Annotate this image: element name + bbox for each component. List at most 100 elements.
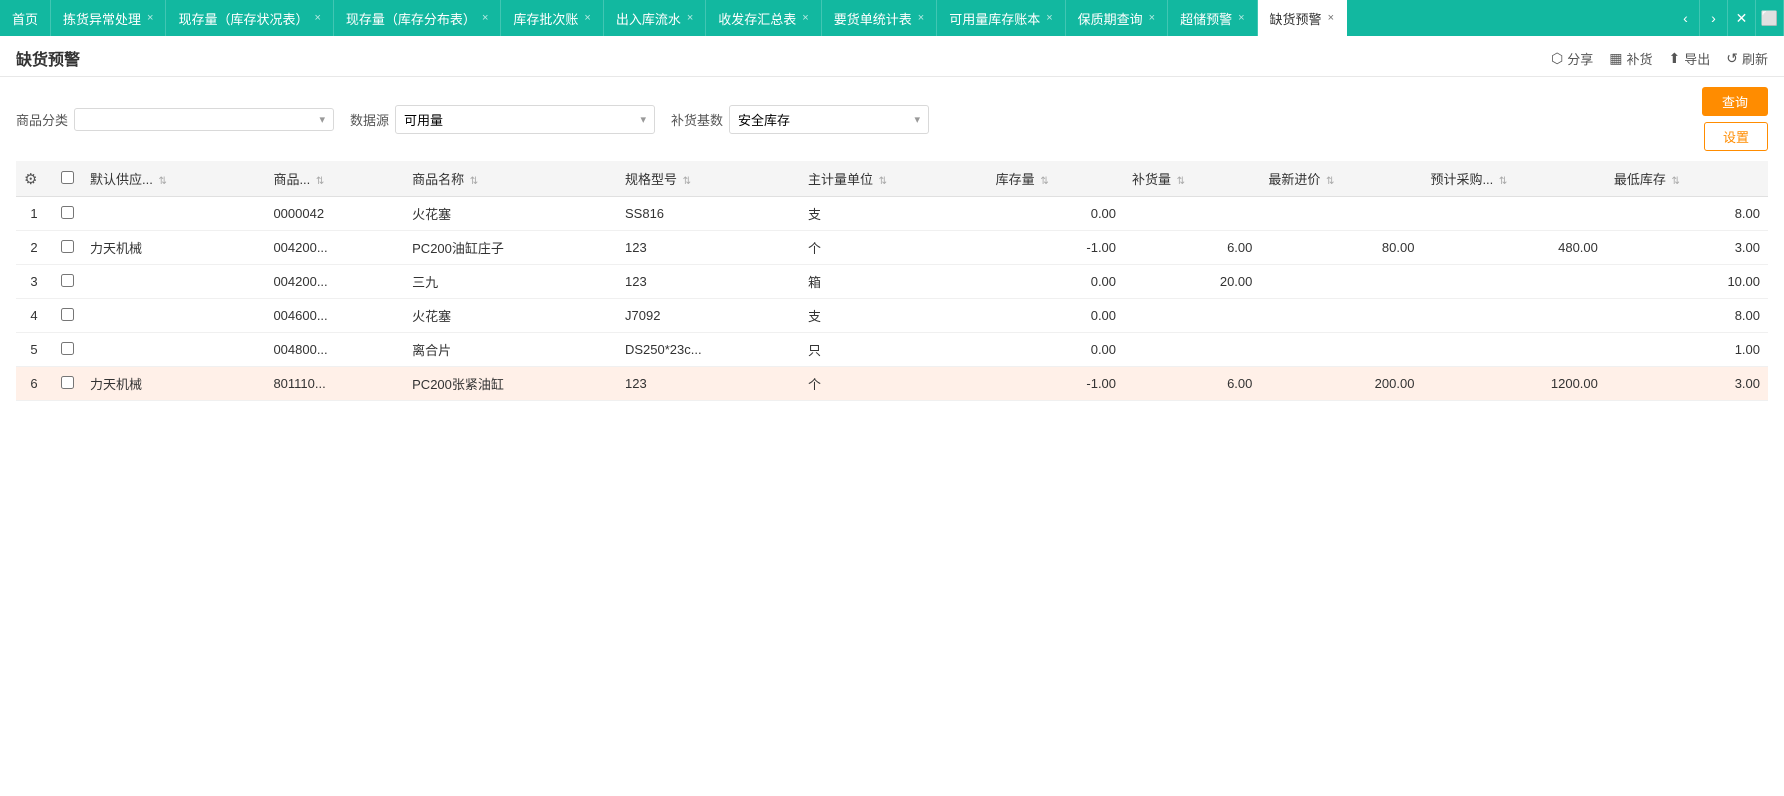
sort-icon[interactable]: ⇅ [683,176,691,187]
datasource-select[interactable]: 可用量 ▾ [395,105,655,134]
row-checkbox[interactable] [61,308,74,321]
row-spec: 123 [617,265,800,299]
col-min-stock: 最低库存 ⇅ [1606,161,1768,197]
tab-overstock[interactable]: 超储预警 × [1168,0,1257,36]
row-unit: 只 [800,333,988,367]
row-unit: 箱 [800,265,988,299]
row-replenish-qty [1124,197,1260,231]
row-checkbox[interactable] [61,376,74,389]
row-checkbox[interactable] [61,274,74,287]
close-icon[interactable]: × [584,12,590,24]
sort-icon[interactable]: ⇅ [158,176,166,187]
row-spec: J7092 [617,299,800,333]
tab-maximize[interactable]: ⬜ [1756,0,1784,36]
row-latest-price [1260,197,1422,231]
row-stock: 0.00 [988,197,1124,231]
tab-expiry[interactable]: 保质期查询 × [1066,0,1168,36]
row-checkbox-cell [52,299,82,333]
replenish-label: 补货基数 [671,110,723,129]
row-checkbox[interactable] [61,206,74,219]
row-latest-price [1260,333,1422,367]
row-stock: -1.00 [988,231,1124,265]
page-header: 缺货预警 ⬡ 分享 ▦ 补货 ⬆ 导出 ↺ 刷新 [0,36,1784,77]
chevron-down-icon: ▾ [319,113,325,126]
sort-icon[interactable]: ⇅ [1177,176,1185,187]
sort-icon[interactable]: ⇅ [879,176,887,187]
table-header-row: ⚙ 默认供应... ⇅ 商品... ⇅ 商品名称 ⇅ [16,161,1768,197]
table-row: 6 力天机械 801110... PC200张紧油缸 123 个 -1.00 6… [16,367,1768,401]
row-product-code: 004600... [265,299,404,333]
sort-icon[interactable]: ⇅ [1040,176,1048,187]
row-min-stock: 3.00 [1606,231,1768,265]
tab-available[interactable]: 可用量库存账本 × [937,0,1065,36]
row-min-stock: 3.00 [1606,367,1768,401]
row-est-purchase [1422,299,1605,333]
row-stock: 0.00 [988,333,1124,367]
close-icon[interactable]: × [482,12,488,24]
tab-nav-buttons: ‹ › ✕ ⬜ [1672,0,1784,36]
col-latest-price: 最新进价 ⇅ [1260,161,1422,197]
column-settings-button[interactable]: ⚙ [24,170,37,188]
table-row: 2 力天机械 004200... PC200油缸庄子 123 个 -1.00 6… [16,231,1768,265]
row-supplier: 力天机械 [82,231,265,265]
row-supplier [82,265,265,299]
tab-bar: 首页 拣货异常处理 × 现存量（库存状况表） × 现存量（库存分布表） × 库存… [0,0,1784,36]
row-product-code: 004800... [265,333,404,367]
tab-inventory-status[interactable]: 现存量（库存状况表） × [166,0,333,36]
close-icon[interactable]: × [147,12,153,24]
replenish-select[interactable]: 安全库存 ▾ [729,105,929,134]
tab-inout[interactable]: 出入库流水 × [604,0,706,36]
row-latest-price [1260,299,1422,333]
row-product-code: 801110... [265,367,404,401]
refresh-button[interactable]: ↺ 刷新 [1726,49,1768,68]
table-row: 1 0000042 火花塞 SS816 支 0.00 8.00 [16,197,1768,231]
sort-icon[interactable]: ⇅ [470,176,478,187]
tab-abnormal[interactable]: 拣货异常处理 × [51,0,166,36]
row-min-stock: 8.00 [1606,197,1768,231]
row-replenish-qty: 6.00 [1124,367,1260,401]
tab-scroll-left[interactable]: ‹ [1672,0,1700,36]
close-icon[interactable]: × [1046,12,1052,24]
close-icon[interactable]: × [802,12,808,24]
table-row: 4 004600... 火花塞 J7092 支 0.00 8.00 [16,299,1768,333]
close-icon[interactable]: × [918,12,924,24]
row-product-code: 0000042 [265,197,404,231]
tab-order-stat[interactable]: 要货单统计表 × [822,0,937,36]
query-button[interactable]: 查询 [1702,87,1768,116]
tab-scroll-right[interactable]: › [1700,0,1728,36]
col-stock: 库存量 ⇅ [988,161,1124,197]
settings-button[interactable]: 设置 [1704,122,1768,151]
tab-home[interactable]: 首页 [0,0,51,36]
sort-icon[interactable]: ⇅ [1672,176,1680,187]
close-icon[interactable]: × [314,12,320,24]
close-icon[interactable]: × [1149,12,1155,24]
close-icon[interactable]: × [1328,12,1334,24]
select-all-checkbox[interactable] [61,171,74,184]
close-icon[interactable]: × [1238,12,1244,24]
category-select[interactable]: ▾ [74,108,334,131]
tab-shortage[interactable]: 缺货预警 × [1258,0,1347,36]
tab-receipt[interactable]: 收发存汇总表 × [706,0,821,36]
row-unit: 个 [800,367,988,401]
tab-close-current[interactable]: ✕ [1728,0,1756,36]
export-button[interactable]: ⬆ 导出 [1669,49,1711,68]
row-replenish-qty: 6.00 [1124,231,1260,265]
row-replenish-qty: 20.00 [1124,265,1260,299]
tab-batch[interactable]: 库存批次账 × [501,0,603,36]
sort-icon[interactable]: ⇅ [1499,176,1507,187]
tab-inventory-dist[interactable]: 现存量（库存分布表） × [334,0,501,36]
table-container: ⚙ 默认供应... ⇅ 商品... ⇅ 商品名称 ⇅ [0,161,1784,796]
row-checkbox[interactable] [61,240,74,253]
row-spec: 123 [617,367,800,401]
col-spec: 规格型号 ⇅ [617,161,800,197]
close-icon[interactable]: × [687,12,693,24]
sort-icon[interactable]: ⇅ [1326,176,1334,187]
row-est-purchase [1422,265,1605,299]
sort-icon[interactable]: ⇅ [316,176,324,187]
row-stock: 0.00 [988,265,1124,299]
replenish-button[interactable]: ▦ 补货 [1609,49,1652,68]
filter-actions: 查询 设置 [1702,87,1768,151]
row-checkbox[interactable] [61,342,74,355]
row-unit: 个 [800,231,988,265]
share-button[interactable]: ⬡ 分享 [1551,49,1593,68]
